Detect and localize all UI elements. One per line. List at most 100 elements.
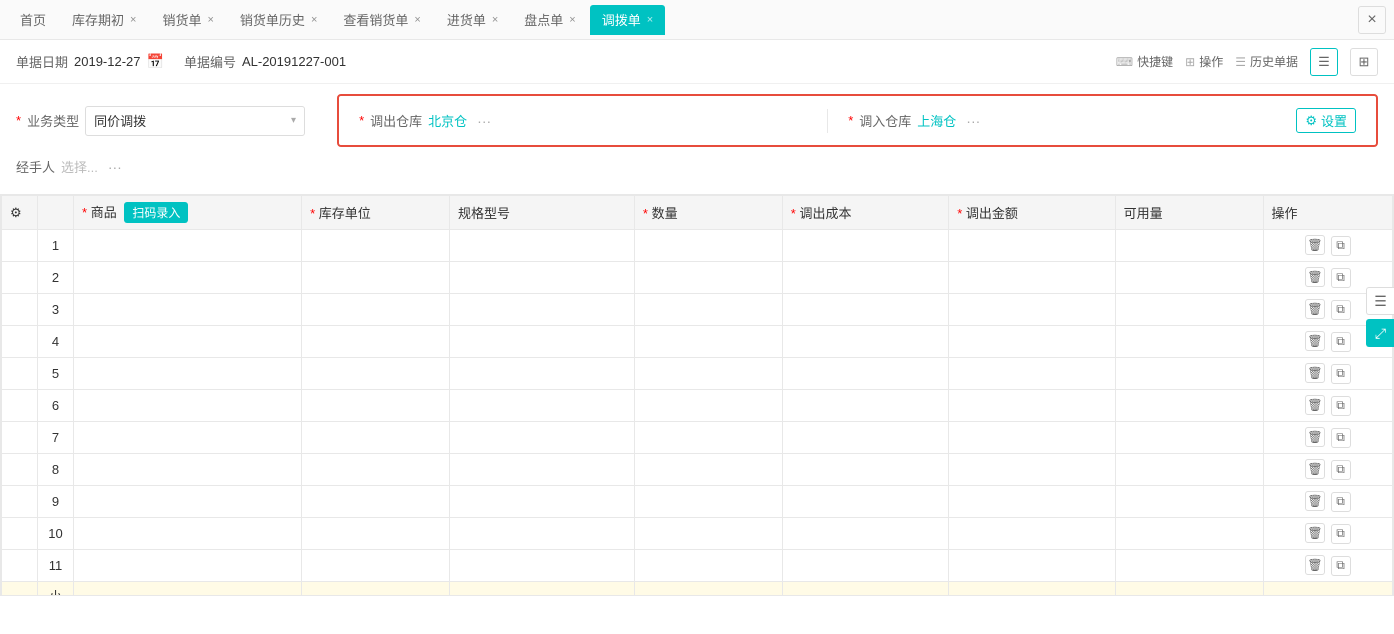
row-product-cell[interactable] — [74, 294, 302, 326]
row-unit-cell[interactable] — [302, 262, 450, 294]
row-cost-cell[interactable] — [782, 486, 948, 518]
row-qty-cell[interactable] — [634, 454, 782, 486]
row-qty-cell[interactable] — [634, 230, 782, 262]
tab-sales-order-close[interactable]: × — [207, 14, 213, 26]
settings-button[interactable]: ⚙ 设置 — [1296, 108, 1356, 133]
row-product-cell[interactable] — [74, 262, 302, 294]
row-available-cell[interactable] — [1115, 486, 1263, 518]
row-delete-button[interactable]: 🗑 — [1305, 331, 1325, 351]
tab-sales-order[interactable]: 销货单 × — [150, 5, 225, 35]
tab-view-sales-close[interactable]: × — [414, 14, 420, 26]
row-amount-cell[interactable] — [949, 422, 1115, 454]
grid-view-button[interactable]: ⊞ — [1350, 48, 1378, 76]
calendar-icon[interactable]: 📅 — [147, 53, 164, 70]
row-qty-cell[interactable] — [634, 390, 782, 422]
tab-home[interactable]: 首页 — [8, 5, 58, 35]
date-value[interactable]: 2019-12-27 — [74, 54, 141, 69]
row-cost-cell[interactable] — [782, 358, 948, 390]
tab-purchase-close[interactable]: × — [492, 14, 498, 26]
row-copy-button[interactable]: ⧉ — [1331, 492, 1351, 512]
row11-spec-cell[interactable] — [449, 550, 634, 582]
row-product-cell[interactable] — [74, 486, 302, 518]
row-product-cell[interactable] — [74, 326, 302, 358]
row-amount-cell[interactable] — [949, 230, 1115, 262]
row11-unit-cell[interactable] — [302, 550, 450, 582]
row-delete-button[interactable]: 🗑 — [1305, 523, 1325, 543]
shortcuts-button[interactable]: ⌨ 快捷键 — [1116, 53, 1173, 70]
tab-sales-history-close[interactable]: × — [311, 14, 317, 26]
tab-inventory-init-close[interactable]: × — [130, 14, 136, 26]
row-qty-cell[interactable] — [634, 358, 782, 390]
row-amount-cell[interactable] — [949, 390, 1115, 422]
row-copy-button[interactable]: ⧉ — [1331, 236, 1351, 256]
handler-more-icon[interactable]: ··· — [108, 159, 122, 175]
warehouse-out-value[interactable]: 北京仓 — [428, 111, 467, 130]
business-type-select[interactable]: 同价调拨 ▾ — [85, 106, 305, 136]
row11-qty-cell[interactable] — [634, 550, 782, 582]
row-amount-cell[interactable] — [949, 486, 1115, 518]
row-copy-button[interactable]: ⧉ — [1331, 524, 1351, 544]
float-expand-button[interactable]: ⤢ — [1366, 319, 1394, 347]
tab-sales-history[interactable]: 销货单历史 × — [228, 5, 329, 35]
warehouse-in-more-icon[interactable]: ··· — [966, 113, 980, 129]
th-gear[interactable]: ⚙ — [2, 196, 38, 230]
row-amount-cell[interactable] — [949, 358, 1115, 390]
row-delete-button[interactable]: 🗑 — [1305, 427, 1325, 447]
row-spec-cell[interactable] — [449, 390, 634, 422]
row-cost-cell[interactable] — [782, 262, 948, 294]
row-unit-cell[interactable] — [302, 358, 450, 390]
row-copy-button[interactable]: ⧉ — [1331, 268, 1351, 288]
row-spec-cell[interactable] — [449, 518, 634, 550]
float-list-button[interactable]: ☰ — [1366, 287, 1394, 315]
row-product-cell[interactable] — [74, 358, 302, 390]
history-button[interactable]: ☰ 历史单据 — [1235, 53, 1298, 70]
operations-button[interactable]: ⊞ 操作 — [1185, 53, 1223, 70]
row-cost-cell[interactable] — [782, 422, 948, 454]
row-amount-cell[interactable] — [949, 262, 1115, 294]
row-copy-button[interactable]: ⧉ — [1331, 428, 1351, 448]
row-product-cell[interactable] — [74, 422, 302, 454]
row-unit-cell[interactable] — [302, 294, 450, 326]
row-spec-cell[interactable] — [449, 294, 634, 326]
row-unit-cell[interactable] — [302, 230, 450, 262]
row-cost-cell[interactable] — [782, 230, 948, 262]
row-available-cell[interactable] — [1115, 422, 1263, 454]
row-unit-cell[interactable] — [302, 518, 450, 550]
row-unit-cell[interactable] — [302, 326, 450, 358]
row-unit-cell[interactable] — [302, 390, 450, 422]
list-view-button[interactable]: ☰ — [1310, 48, 1338, 76]
row-copy-button[interactable]: ⧉ — [1331, 460, 1351, 480]
row11-delete-button[interactable]: 🗑 — [1305, 555, 1325, 575]
row11-cost-cell[interactable] — [782, 550, 948, 582]
row11-amount-cell[interactable] — [949, 550, 1115, 582]
row-unit-cell[interactable] — [302, 486, 450, 518]
row-available-cell[interactable] — [1115, 518, 1263, 550]
scan-barcode-button[interactable]: 扫码录入 — [124, 202, 188, 223]
row-qty-cell[interactable] — [634, 262, 782, 294]
row-product-cell[interactable] — [74, 454, 302, 486]
row-copy-button[interactable]: ⧉ — [1331, 364, 1351, 384]
row-available-cell[interactable] — [1115, 294, 1263, 326]
row-copy-button[interactable]: ⧉ — [1331, 300, 1351, 320]
row-qty-cell[interactable] — [634, 326, 782, 358]
row-available-cell[interactable] — [1115, 390, 1263, 422]
row-cost-cell[interactable] — [782, 454, 948, 486]
row-delete-button[interactable]: 🗑 — [1305, 395, 1325, 415]
row-available-cell[interactable] — [1115, 326, 1263, 358]
row-unit-cell[interactable] — [302, 422, 450, 454]
tab-purchase[interactable]: 进货单 × — [435, 5, 510, 35]
row-delete-button[interactable]: 🗑 — [1305, 459, 1325, 479]
row-spec-cell[interactable] — [449, 454, 634, 486]
row-delete-button[interactable]: 🗑 — [1305, 235, 1325, 255]
row-available-cell[interactable] — [1115, 358, 1263, 390]
tab-transfer-close[interactable]: × — [647, 14, 653, 26]
row-delete-button[interactable]: 🗑 — [1305, 299, 1325, 319]
row-unit-cell[interactable] — [302, 454, 450, 486]
row-delete-button[interactable]: 🗑 — [1305, 491, 1325, 511]
row-qty-cell[interactable] — [634, 486, 782, 518]
row-delete-button[interactable]: 🗑 — [1305, 267, 1325, 287]
row-cost-cell[interactable] — [782, 518, 948, 550]
row-qty-cell[interactable] — [634, 422, 782, 454]
row-copy-button[interactable]: ⧉ — [1331, 396, 1351, 416]
row-spec-cell[interactable] — [449, 326, 634, 358]
